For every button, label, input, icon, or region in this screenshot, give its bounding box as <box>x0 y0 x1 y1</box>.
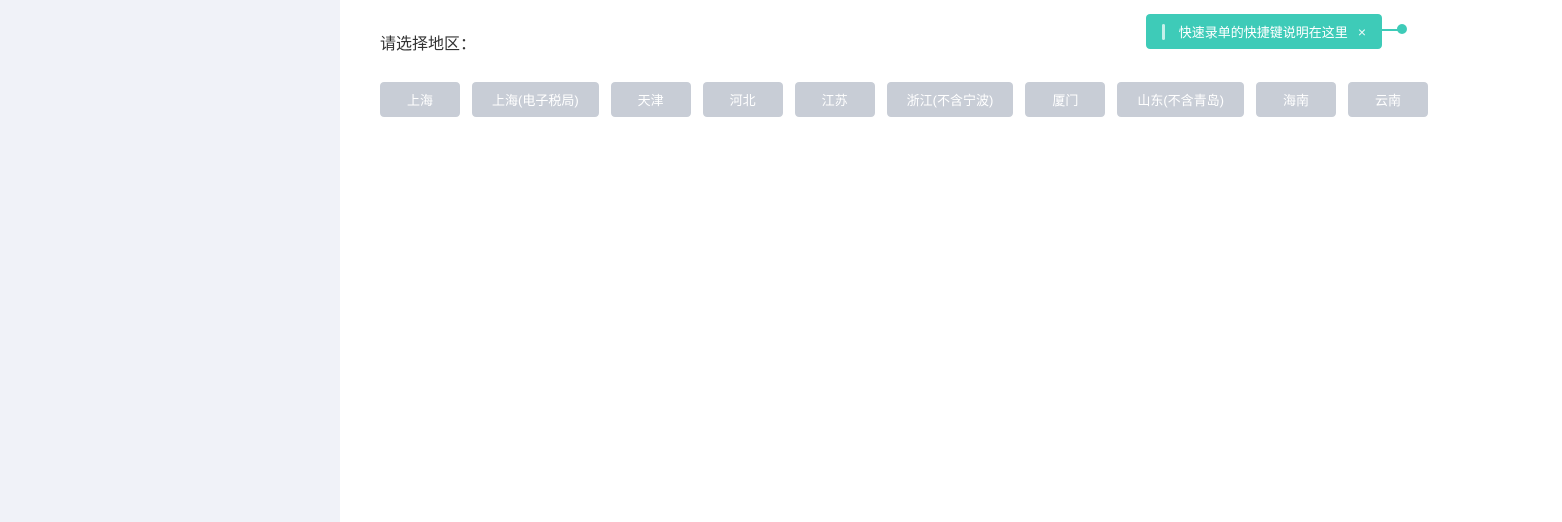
region-button-shandong[interactable]: 山东(不含青岛) <box>1117 82 1244 117</box>
main-content: 请选择地区： 上海上海(电子税局)天津河北江苏浙江(不含宁波)厦门山东(不含青岛… <box>340 0 1562 522</box>
tooltip-banner: 快速录单的快捷键说明在这里 × <box>1146 14 1382 49</box>
region-button-xiamen[interactable]: 厦门 <box>1025 82 1105 117</box>
tooltip-text: 快速录单的快捷键说明在这里 <box>1179 22 1348 41</box>
region-buttons-container: 上海上海(电子税局) 天津河北江苏浙江(不含宁波) 厦门山东(不含青岛) 海南云南 <box>380 82 1522 117</box>
tooltip-connector-dot <box>1397 24 1407 34</box>
region-button-yunnan[interactable]: 云南 <box>1348 82 1428 117</box>
region-button-shanghai-etax[interactable]: 上海(电子税局) <box>472 82 599 117</box>
region-button-hainan[interactable]: 海南 <box>1256 82 1336 117</box>
region-button-hebei[interactable]: 河北 <box>703 82 783 117</box>
region-button-zhejiang[interactable]: 浙江(不含宁波) <box>887 82 1014 117</box>
left-sidebar <box>0 0 340 522</box>
region-button-jiangsu[interactable]: 江苏 <box>795 82 875 117</box>
region-button-shanghai[interactable]: 上海 <box>380 82 460 117</box>
region-button-tianjin[interactable]: 天津 <box>611 82 691 117</box>
tooltip-close-button[interactable]: × <box>1358 24 1366 40</box>
